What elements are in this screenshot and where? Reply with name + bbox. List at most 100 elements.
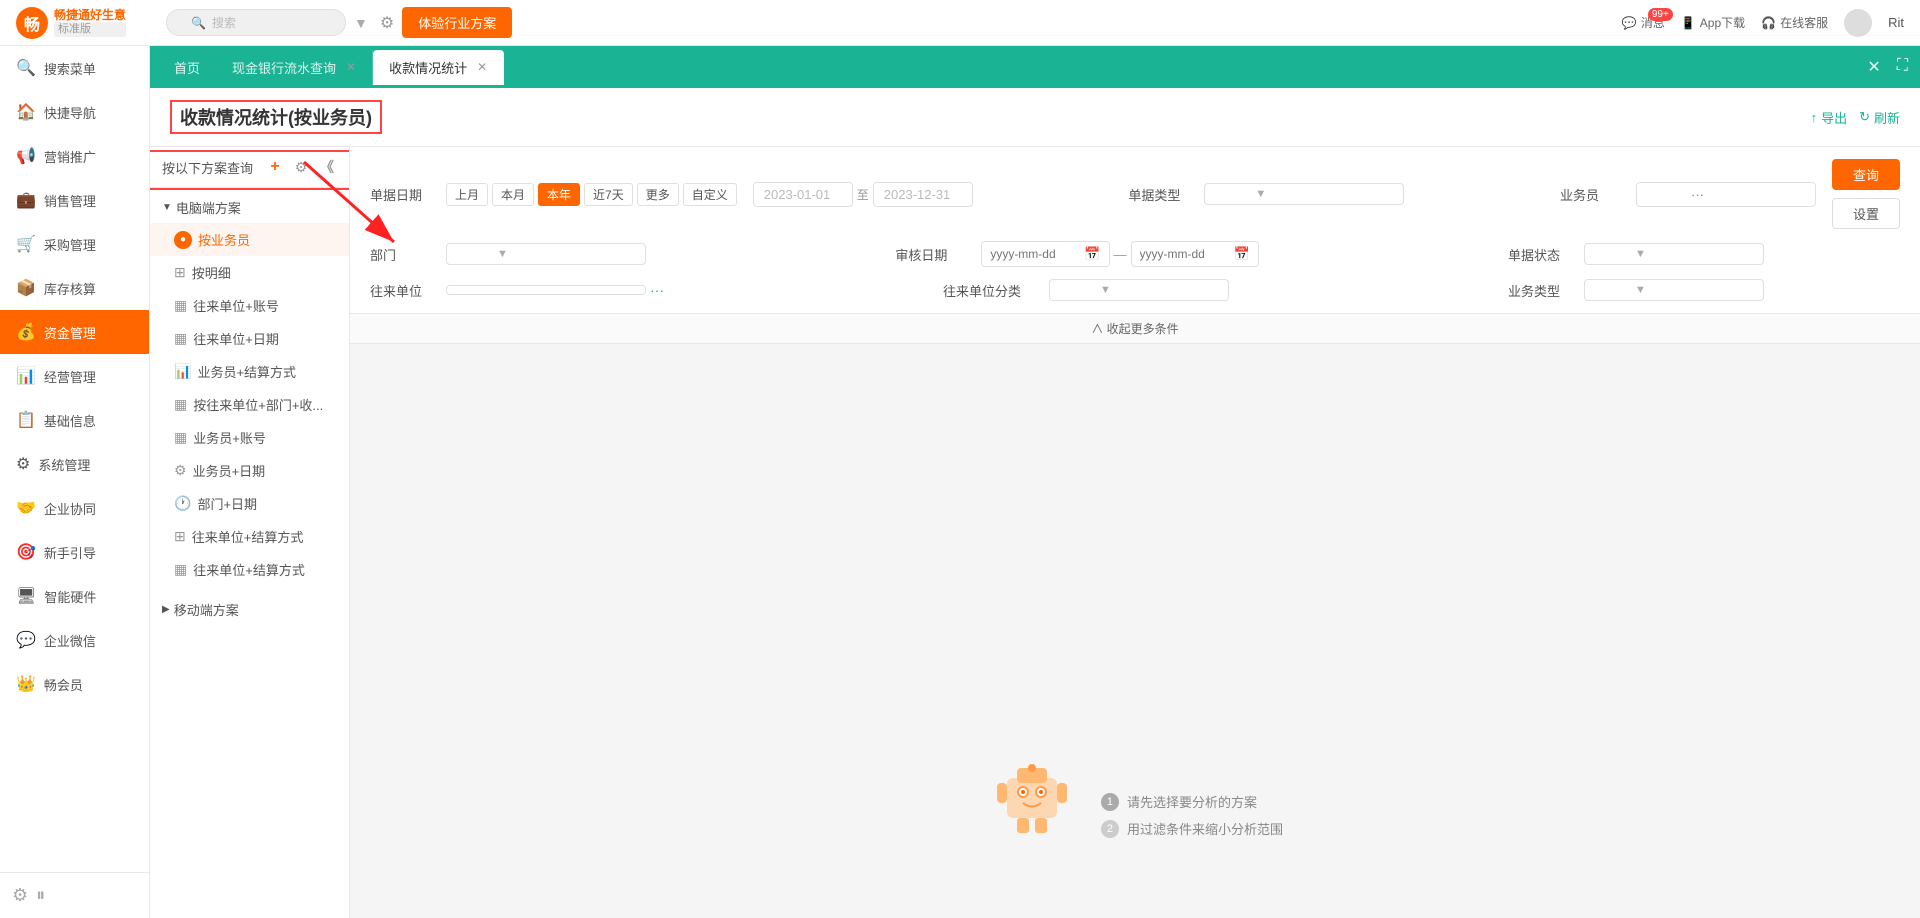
content-area: 首页 现金银行流水查询 ✕ 收款情况统计 ✕ ✕ ⛶ 收款情况统计(按业务员) … <box>150 46 1920 918</box>
salesperson-more-icon[interactable]: ··· <box>1691 187 1704 202</box>
tab-close-all-icon[interactable]: ✕ <box>1863 53 1884 81</box>
sidebar-item-purchase[interactable]: 🛒 采购管理 <box>0 222 149 266</box>
sidebar-item-search[interactable]: 🔍 搜索菜单 <box>0 46 149 90</box>
date-btn-last-month[interactable]: 上月 <box>446 183 488 206</box>
date-from-input[interactable] <box>753 182 853 207</box>
doc-status-label: 单据状态 <box>1508 245 1568 264</box>
scheme-item-by-salesperson[interactable]: ● 按业务员 <box>150 223 349 256</box>
user-avatar[interactable] <box>1844 9 1872 37</box>
export-button[interactable]: ↑ 导出 <box>1811 108 1848 127</box>
dept-select[interactable]: ▼ <box>446 243 646 265</box>
scheme-group-desktop-header[interactable]: ▼ 电脑端方案 <box>150 192 349 223</box>
scheme-settings-button[interactable]: ⚙ <box>291 157 311 177</box>
scheme-item-counterpart-settlement1-label: 往来单位+结算方式 <box>192 527 304 546</box>
collapse-bar[interactable]: ∧ 收起更多条件 <box>350 314 1920 344</box>
desktop-scheme-group: ▼ 电脑端方案 ● 按业务员 ⊞ 按明细 ▦ 往来单位+账号 <box>150 188 349 590</box>
calendar-icon-2[interactable]: 📅 <box>1234 246 1250 262</box>
sidebar-item-member[interactable]: 👑 畅会员 <box>0 662 149 706</box>
sidebar-item-sales[interactable]: 💼 销售管理 <box>0 178 149 222</box>
trial-button[interactable]: 体验行业方案 <box>402 7 512 38</box>
sidebar-label-marketing: 营销推广 <box>44 147 96 166</box>
tab-maximize-icon[interactable]: ⛶ <box>1893 53 1912 81</box>
sidebar-item-hardware[interactable]: 🖥 智能硬件 <box>0 574 149 618</box>
sidebar-item-system[interactable]: ⚙ 系统管理 <box>0 442 149 486</box>
salesperson-select[interactable]: ··· <box>1636 182 1816 207</box>
tab-home[interactable]: 首页 <box>158 50 216 85</box>
scheme-item-counterpart-settlement1[interactable]: ⊞ 往来单位+结算方式 <box>150 520 349 553</box>
enterprise-icon: 🤝 <box>16 498 36 518</box>
scheme-item-counterpart-dept-collect[interactable]: ▦ 按往来单位+部门+收... <box>150 388 349 421</box>
business-type-select[interactable]: ▼ <box>1584 279 1764 301</box>
sidebar-item-basic-info[interactable]: 📋 基础信息 <box>0 398 149 442</box>
table-icon-5: ▦ <box>174 561 187 578</box>
wechat-icon: 💬 <box>16 630 36 650</box>
review-date-from-wrapper: 📅 <box>981 241 1109 267</box>
tab-bank-flow-close[interactable]: ✕ <box>346 60 356 74</box>
desktop-group-label: 电脑端方案 <box>176 198 241 217</box>
review-date-to-input[interactable] <box>1140 247 1230 261</box>
counterpart-category-select[interactable]: ▼ <box>1049 279 1229 301</box>
review-date-from-input[interactable] <box>990 247 1080 261</box>
tab-bank-flow[interactable]: 现金银行流水查询 ✕ <box>216 50 373 85</box>
doc-status-select[interactable]: ▼ <box>1584 243 1764 265</box>
sidebar-item-finance[interactable]: 💰 资金管理 <box>0 310 149 354</box>
date-btn-this-year[interactable]: 本年 <box>538 183 580 206</box>
page-header: 收款情况统计(按业务员) ↑ 导出 ↻ 刷新 <box>150 88 1920 147</box>
query-button[interactable]: 查询 <box>1832 159 1900 190</box>
settings-icon[interactable]: ⚙ <box>380 13 394 33</box>
sidebar-item-enterprise[interactable]: 🤝 企业协同 <box>0 486 149 530</box>
sidebar-item-quick-nav[interactable]: 🏠 快捷导航 <box>0 90 149 134</box>
sidebar-item-inventory[interactable]: 📦 库存核算 <box>0 266 149 310</box>
filter-settings-button[interactable]: 设置 <box>1832 198 1900 229</box>
scheme-collapse-button[interactable]: 《 <box>317 157 337 177</box>
chevron-down-icon: ▼ <box>162 202 172 213</box>
sidebar-settings-icon[interactable]: ⚙ <box>12 885 28 906</box>
counterpart-select[interactable] <box>446 285 646 295</box>
scheme-item-counterpart-account[interactable]: ▦ 往来单位+账号 <box>150 289 349 322</box>
search-box[interactable]: 🔍 搜索 <box>166 9 346 36</box>
scheme-group-mobile-header[interactable]: ▶ 移动端方案 <box>150 594 349 625</box>
scheme-item-counterpart-settlement2[interactable]: ▦ 往来单位+结算方式 <box>150 553 349 586</box>
app-download-item[interactable]: 📱 App下载 <box>1681 14 1745 31</box>
tab-collection-stats-close[interactable]: ✕ <box>477 60 487 74</box>
date-btn-more[interactable]: 更多 <box>637 183 679 206</box>
date-label: 单据日期 <box>370 185 430 204</box>
sidebar-item-wechat[interactable]: 💬 企业微信 <box>0 618 149 662</box>
tab-collection-stats[interactable]: 收款情况统计 ✕ <box>373 50 504 85</box>
scheme-item-dept-date[interactable]: 🕐 部门+日期 <box>150 487 349 520</box>
scheme-item-salesperson-account[interactable]: ▦ 业务员+账号 <box>150 421 349 454</box>
sidebar-label-hardware: 智能硬件 <box>44 587 96 606</box>
scheme-item-salesperson-date[interactable]: ⚙ 业务员+日期 <box>150 454 349 487</box>
sidebar-collapse-icon[interactable]: ⏸ <box>36 885 45 906</box>
date-btn-custom[interactable]: 自定义 <box>683 183 737 206</box>
sidebar-item-operations[interactable]: 📊 经营管理 <box>0 354 149 398</box>
scheme-add-button[interactable]: + <box>265 157 285 177</box>
empty-tip-2: 2 用过滤条件来缩小分析范围 <box>1101 819 1283 838</box>
filter-row-2: 部门 ▼ 审核日期 📅 — <box>370 241 1900 267</box>
doc-type-select[interactable]: ▼ <box>1204 183 1404 205</box>
sidebar-item-marketing[interactable]: 📢 营销推广 <box>0 134 149 178</box>
scheme-item-salesperson-settlement[interactable]: 📊 业务员+结算方式 <box>150 355 349 388</box>
date-btn-7days[interactable]: 近7天 <box>584 183 633 206</box>
dept-label: 部门 <box>370 245 430 264</box>
scheme-item-by-detail[interactable]: ⊞ 按明细 <box>150 256 349 289</box>
search-dropdown-icon[interactable]: ▼ <box>354 15 368 31</box>
tab-collection-stats-label: 收款情况统计 <box>389 58 467 77</box>
scheme-item-counterpart-dept-collect-label: 按往来单位+部门+收... <box>193 395 323 414</box>
scheme-item-counterpart-date[interactable]: ▦ 往来单位+日期 <box>150 322 349 355</box>
app-edition: 标准版 <box>54 22 126 37</box>
scheme-item-dept-date-label: 部门+日期 <box>197 494 257 513</box>
salesperson-area: ··· <box>1636 182 1816 207</box>
sidebar-bottom: ⚙ ⏸ <box>0 872 149 918</box>
top-bar-search: 🔍 搜索 ▼ ⚙ 体验行业方案 <box>166 7 1622 38</box>
calendar-icon-1[interactable]: 📅 <box>1084 246 1100 262</box>
sidebar-item-guide[interactable]: 🎯 新手引导 <box>0 530 149 574</box>
counterpart-more-icon[interactable]: ··· <box>650 282 664 298</box>
online-service-item[interactable]: 🎧 在线客服 <box>1761 14 1828 31</box>
date-to-input[interactable] <box>873 182 973 207</box>
filter-area: 单据日期 上月 本月 本年 近7天 更多 自定义 至 <box>350 147 1920 314</box>
date-btn-this-month[interactable]: 本月 <box>492 183 534 206</box>
messages-item[interactable]: 💬 消息 99+ <box>1622 14 1665 31</box>
refresh-button[interactable]: ↻ 刷新 <box>1859 108 1900 127</box>
query-buttons: 查询 设置 <box>1832 159 1900 229</box>
